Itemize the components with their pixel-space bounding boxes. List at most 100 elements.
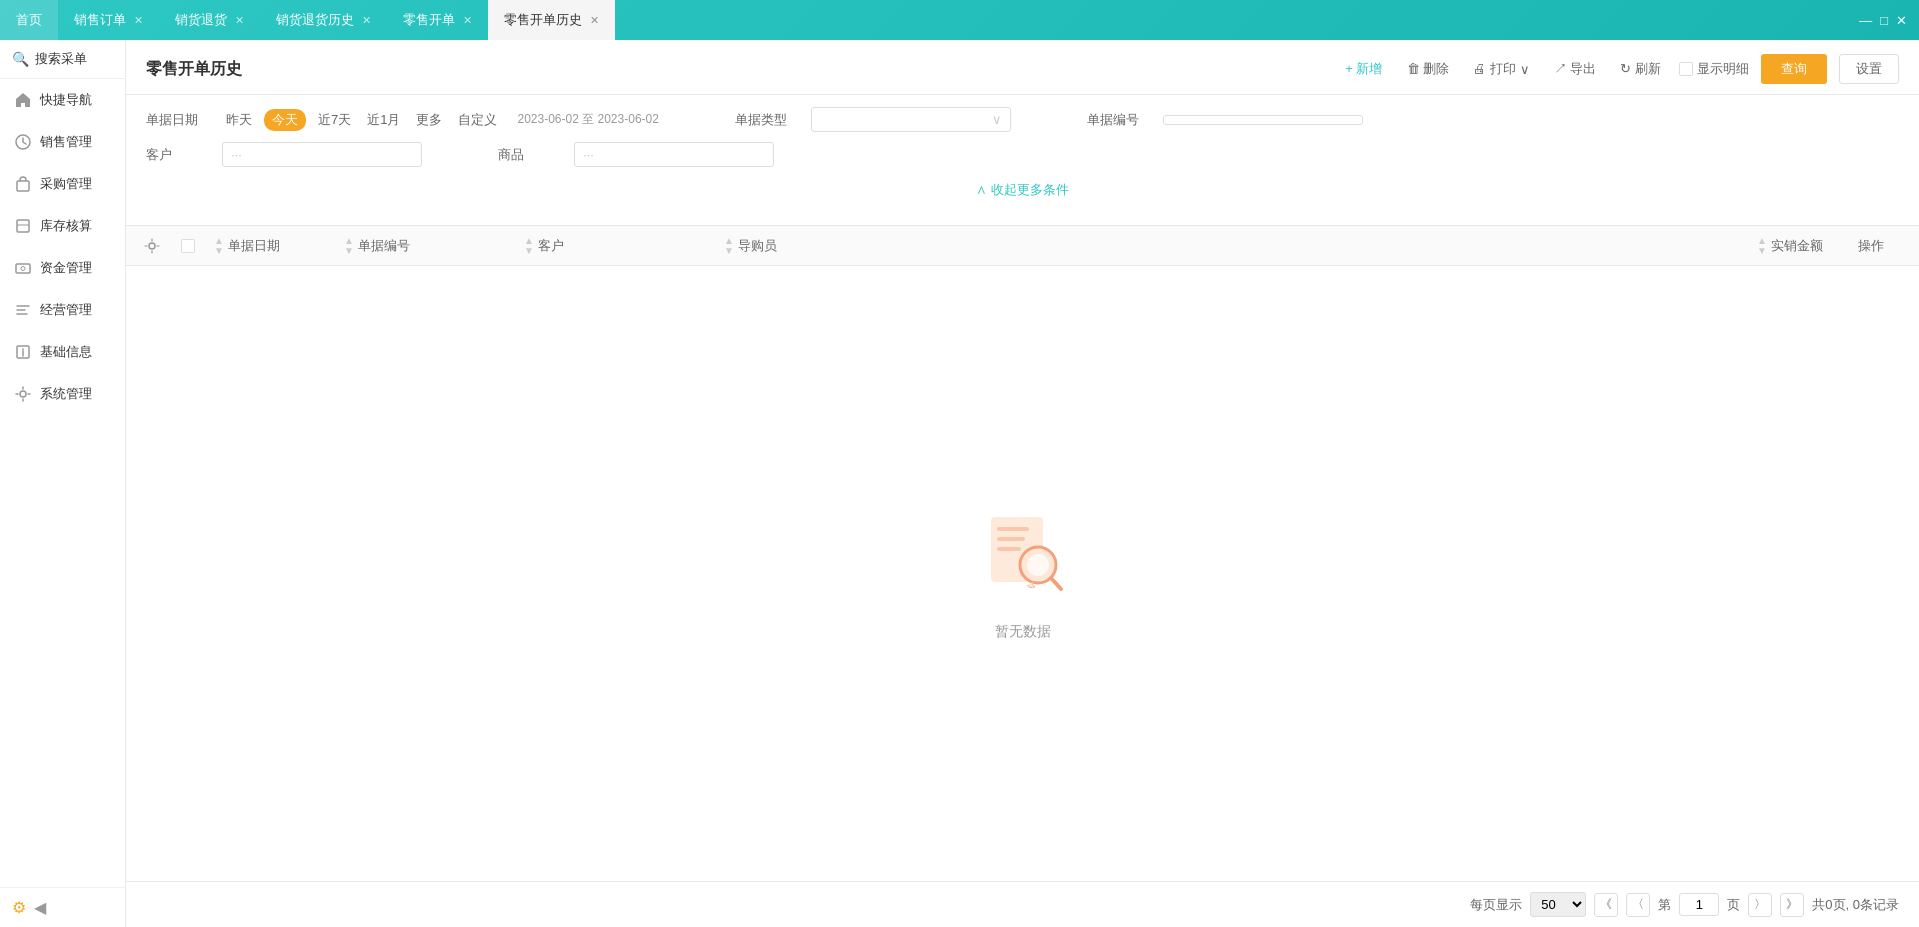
tab-sales-return-history-close[interactable]: ✕ bbox=[362, 14, 371, 27]
content-area: 零售开单历史 + 新增 🗑 删除 🖨 打印 ∨ ↗ 导出 ↻ 刷新 显示明细 查… bbox=[126, 40, 1919, 927]
sidebar-item-sales-mgmt[interactable]: 销售管理 bbox=[0, 121, 125, 163]
per-page-select[interactable]: 50 10 20 100 bbox=[1530, 892, 1586, 917]
money-icon bbox=[14, 259, 32, 277]
sidebar-item-ops[interactable]: 经营管理 bbox=[0, 289, 125, 331]
window-max-btn[interactable]: □ bbox=[1880, 13, 1888, 28]
yesterday-shortcut[interactable]: 昨天 bbox=[222, 109, 256, 131]
page-number-input[interactable] bbox=[1679, 893, 1719, 916]
svg-rect-10 bbox=[997, 537, 1025, 541]
refresh-button[interactable]: ↻ 刷新 bbox=[1614, 56, 1667, 82]
tab-sales-return-history[interactable]: 销货退货历史 ✕ bbox=[260, 0, 387, 40]
page-header: 零售开单历史 + 新增 🗑 删除 🖨 打印 ∨ ↗ 导出 ↻ 刷新 显示明细 查… bbox=[126, 40, 1919, 95]
today-shortcut[interactable]: 今天 bbox=[264, 109, 306, 131]
amount-sort-icon: ▲▼ bbox=[1757, 236, 1767, 256]
sidebar-search-label: 搜索采单 bbox=[35, 50, 87, 68]
table-area: ▲▼ 单据日期 ▲▼ 单据编号 ▲▼ 客户 ▲▼ 导购员 ▲▼ 实销金额 bbox=[126, 226, 1919, 881]
tab-sales-return-close[interactable]: ✕ bbox=[235, 14, 244, 27]
table-settings-col[interactable] bbox=[134, 238, 170, 254]
collapse-filter-button[interactable]: ∧ 收起更多条件 bbox=[976, 177, 1069, 203]
filter-area: 单据日期 昨天 今天 近7天 近1月 更多 自定义 2023-06-02 至 2… bbox=[126, 95, 1919, 226]
box-icon bbox=[14, 217, 32, 235]
query-button[interactable]: 查询 bbox=[1761, 54, 1827, 84]
tab-retail-open-history-label: 零售开单历史 bbox=[504, 11, 582, 29]
delete-button[interactable]: 🗑 删除 bbox=[1401, 56, 1456, 82]
svg-rect-2 bbox=[17, 220, 29, 232]
export-button[interactable]: ↗ 导出 bbox=[1548, 56, 1603, 82]
sidebar-item-label: 库存核算 bbox=[40, 217, 92, 235]
tab-retail-open-history[interactable]: 零售开单历史 ✕ bbox=[488, 0, 615, 40]
tab-sales-order-close[interactable]: ✕ bbox=[134, 14, 143, 27]
window-close-btn[interactable]: ✕ bbox=[1896, 13, 1907, 28]
7days-shortcut[interactable]: 近7天 bbox=[314, 109, 355, 131]
window-min-btn[interactable]: — bbox=[1859, 13, 1872, 28]
print-button[interactable]: 🖨 打印 ∨ bbox=[1467, 56, 1536, 82]
add-button[interactable]: + 新增 bbox=[1339, 56, 1388, 82]
sidebar: 🔍 搜索采单 快捷导航 销售管理 采购管理 库存核算 bbox=[0, 40, 126, 927]
bag-icon bbox=[14, 175, 32, 193]
more-shortcut[interactable]: 更多 bbox=[412, 109, 446, 131]
table-check-col[interactable] bbox=[170, 239, 206, 253]
svg-rect-3 bbox=[16, 264, 30, 273]
sidebar-collapse-btn[interactable]: ◀ bbox=[34, 898, 46, 917]
sidebar-item-inventory[interactable]: 库存核算 bbox=[0, 205, 125, 247]
last-page-btn[interactable]: 》 bbox=[1780, 893, 1804, 917]
bill-type-select[interactable]: ∨ bbox=[811, 107, 1011, 132]
page-title: 零售开单历史 bbox=[146, 59, 242, 80]
empty-text: 暂无数据 bbox=[995, 623, 1051, 641]
tab-retail-open-history-close[interactable]: ✕ bbox=[590, 14, 599, 27]
settings-button[interactable]: 设置 bbox=[1839, 54, 1899, 84]
tab-sales-return-history-label: 销货退货历史 bbox=[276, 11, 354, 29]
prev-page-btn[interactable]: 〈 bbox=[1626, 893, 1650, 917]
svg-point-13 bbox=[1027, 554, 1049, 576]
sidebar-item-sys-mgmt[interactable]: 系统管理 bbox=[0, 373, 125, 415]
filter-row-2: 客户 ··· 商品 ··· bbox=[146, 142, 1899, 167]
sidebar-item-label: 系统管理 bbox=[40, 385, 92, 403]
tab-sales-return[interactable]: 销货退货 ✕ bbox=[159, 0, 260, 40]
sidebar-item-basic-info[interactable]: 基础信息 bbox=[0, 331, 125, 373]
date-filter-label: 单据日期 bbox=[146, 111, 206, 129]
table-num-col-header[interactable]: ▲▼ 单据编号 bbox=[336, 236, 516, 256]
tab-home[interactable]: 首页 bbox=[0, 0, 58, 40]
sidebar-search[interactable]: 🔍 搜索采单 bbox=[0, 40, 125, 79]
next-page-btn[interactable]: 〉 bbox=[1748, 893, 1772, 917]
num-sort-icon: ▲▼ bbox=[344, 236, 354, 256]
table-num-col-label: 单据编号 bbox=[358, 237, 410, 255]
search-icon: 🔍 bbox=[12, 51, 29, 67]
tab-retail-open-close[interactable]: ✕ bbox=[463, 14, 472, 27]
table-guide-col-header[interactable]: ▲▼ 导购员 bbox=[716, 236, 836, 256]
table-amount-col-header[interactable]: ▲▼ 实销金额 bbox=[836, 236, 1831, 256]
chevron-down-icon: ∨ bbox=[992, 112, 1002, 127]
tab-retail-open[interactable]: 零售开单 ✕ bbox=[387, 0, 488, 40]
svg-point-4 bbox=[21, 267, 25, 271]
sidebar-item-quick-nav[interactable]: 快捷导航 bbox=[0, 79, 125, 121]
svg-line-14 bbox=[1051, 578, 1061, 589]
first-page-btn[interactable]: 《 bbox=[1594, 893, 1618, 917]
table-customer-col-label: 客户 bbox=[538, 237, 564, 255]
bill-no-input[interactable] bbox=[1163, 115, 1363, 125]
sidebar-item-label: 采购管理 bbox=[40, 175, 92, 193]
table-amount-col-label: 实销金额 bbox=[1771, 237, 1823, 255]
1month-shortcut[interactable]: 近1月 bbox=[363, 109, 404, 131]
tab-sales-return-label: 销货退货 bbox=[175, 11, 227, 29]
date-range-display: 2023-06-02 至 2023-06-02 bbox=[517, 111, 658, 128]
sidebar-item-finance[interactable]: 资金管理 bbox=[0, 247, 125, 289]
customer-sort-icon: ▲▼ bbox=[524, 236, 534, 256]
filter-row-1: 单据日期 昨天 今天 近7天 近1月 更多 自定义 2023-06-02 至 2… bbox=[146, 107, 1899, 132]
select-all-checkbox[interactable] bbox=[181, 239, 195, 253]
show-detail-checkbox[interactable] bbox=[1679, 62, 1693, 76]
table-date-col-header[interactable]: ▲▼ 单据日期 bbox=[206, 236, 336, 256]
nav-tabs: 首页 销售订单 ✕ 销货退货 ✕ 销货退货历史 ✕ 零售开单 ✕ 零售开单历史 … bbox=[0, 0, 1847, 40]
goods-placeholder: ··· bbox=[583, 147, 594, 162]
sidebar-item-label: 基础信息 bbox=[40, 343, 92, 361]
info-icon bbox=[14, 343, 32, 361]
print-arrow-icon: ∨ bbox=[1520, 62, 1530, 77]
svg-rect-9 bbox=[997, 527, 1029, 531]
sidebar-item-purchase-mgmt[interactable]: 采购管理 bbox=[0, 163, 125, 205]
customer-input[interactable]: ··· bbox=[222, 142, 422, 167]
sidebar-item-label: 资金管理 bbox=[40, 259, 92, 277]
goods-input[interactable]: ··· bbox=[574, 142, 774, 167]
table-customer-col-header[interactable]: ▲▼ 客户 bbox=[516, 236, 716, 256]
tab-sales-order[interactable]: 销售订单 ✕ bbox=[58, 0, 159, 40]
settings-icon[interactable]: ⚙ bbox=[12, 898, 26, 917]
custom-shortcut[interactable]: 自定义 bbox=[454, 109, 501, 131]
